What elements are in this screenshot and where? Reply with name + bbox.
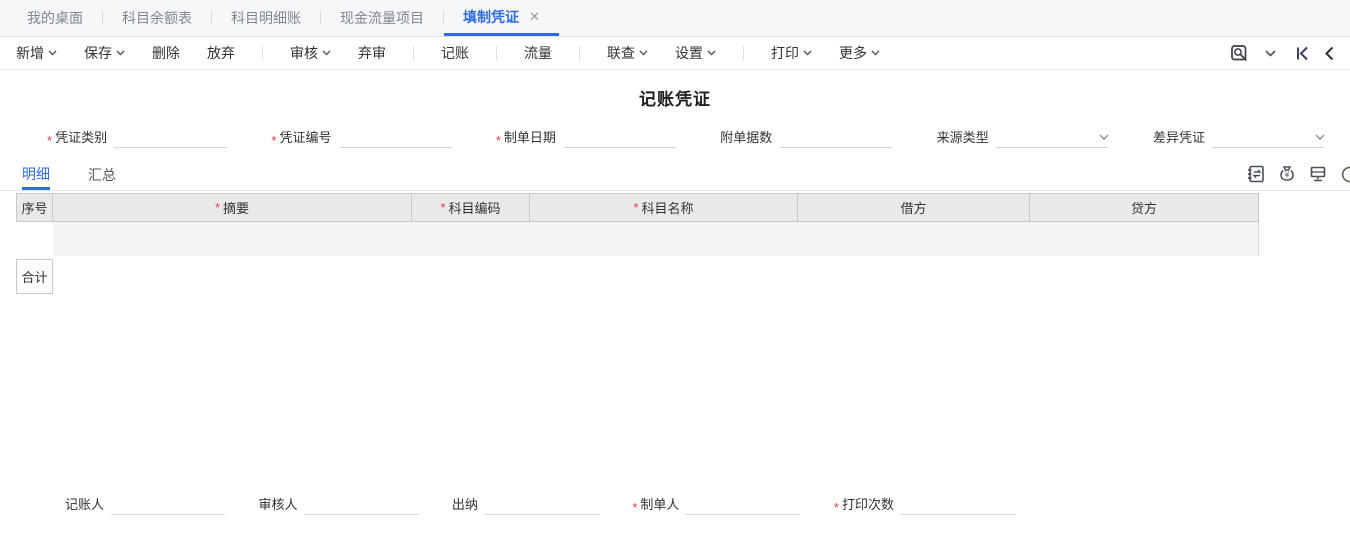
voucher-category-field: * 凭证类别 [47, 127, 228, 148]
col-header-seq: 序号 [17, 194, 53, 221]
save-button[interactable]: 保存 [84, 43, 125, 63]
grid-header: 序号 * 摘要 * 科目编码 * 科目名称 借方 贷方 [16, 193, 1259, 222]
audit-button[interactable]: 审核 [290, 43, 331, 63]
required-marker: * [833, 500, 839, 515]
difference-voucher-field: 差异凭证 [1153, 127, 1325, 148]
document-date-input[interactable] [562, 128, 676, 148]
tab-cashflow-items[interactable]: 现金流量项目 [321, 0, 443, 36]
toolbar-divider [743, 46, 744, 60]
money-bag-icon[interactable]: ¥ [1277, 164, 1297, 184]
bookkeeper-field: 记账人 [65, 494, 226, 515]
frequent-voucher-icon[interactable] [1246, 164, 1266, 184]
required-marker: * [495, 133, 501, 148]
cashier-input[interactable] [484, 495, 599, 515]
auditor-input[interactable] [304, 495, 419, 515]
voucher-number-input[interactable] [338, 128, 452, 148]
print-count-input[interactable] [900, 495, 1015, 515]
delete-button[interactable]: 删除 [152, 43, 180, 63]
view-tab-bar: 明细 汇总 ¥ [0, 160, 1350, 191]
svg-text:¥: ¥ [1285, 171, 1290, 180]
print-count-field: * 打印次数 [834, 494, 1015, 515]
page-title: 记账凭证 [639, 90, 711, 109]
dropdown-icon[interactable] [1265, 49, 1276, 57]
required-marker: * [47, 133, 53, 148]
close-icon[interactable]: ✕ [529, 9, 540, 25]
source-type-field: 来源类型 [937, 127, 1109, 148]
chevron-down-icon [871, 50, 880, 56]
tab-detail[interactable]: 明细 [22, 160, 50, 190]
tab-summary[interactable]: 汇总 [88, 160, 116, 190]
attachment-count-input[interactable] [779, 128, 893, 148]
col-header-debit: 借方 [798, 194, 1030, 221]
chevron-down-icon [1099, 128, 1109, 143]
print-button[interactable]: 打印 [771, 43, 812, 63]
link-query-button[interactable]: 联查 [607, 43, 648, 63]
signature-fields: 记账人 审核人 出纳 * 制单人 * 打印次数 [65, 494, 1015, 515]
chevron-down-icon [116, 50, 125, 56]
bookkeeper-input[interactable] [111, 495, 226, 515]
voucher-number-field: * 凭证编号 [271, 127, 452, 148]
chevron-down-icon [48, 50, 57, 56]
auditor-field: 审核人 [258, 494, 419, 515]
attachment-count-field: 附单据数 [720, 127, 893, 148]
chevron-down-icon [639, 50, 648, 56]
unaudit-button[interactable]: 弃审 [358, 43, 386, 63]
chevron-down-icon [803, 50, 812, 56]
voucher-grid: 序号 * 摘要 * 科目编码 * 科目名称 借方 贷方 合计 [16, 193, 1259, 294]
tab-fill-voucher[interactable]: 填制凭证 ✕ [444, 0, 559, 36]
cashier-field: 出纳 [452, 494, 599, 515]
document-date-field: * 制单日期 [496, 127, 676, 148]
voucher-header-fields: * 凭证类别 * 凭证编号 * 制单日期 附单据数 来源类型 差异凭证 [47, 127, 1325, 148]
difference-voucher-select[interactable] [1212, 128, 1325, 148]
preparer-input[interactable] [686, 495, 801, 515]
chevron-down-icon [322, 50, 331, 56]
tab-account-balance[interactable]: 科目余额表 [103, 0, 211, 36]
toolbar-divider [496, 46, 497, 60]
detail-toolbar-icons: ¥ [1246, 164, 1350, 184]
col-header-account-code: * 科目编码 [412, 194, 530, 221]
required-marker: * [271, 133, 277, 148]
cashflow-button[interactable]: 流量 [524, 43, 552, 63]
abandon-button[interactable]: 放弃 [207, 43, 235, 63]
chevron-down-icon [707, 50, 716, 56]
prev-voucher-icon[interactable] [1324, 46, 1334, 61]
col-header-account-name: * 科目名称 [530, 194, 798, 221]
required-marker: * [632, 500, 638, 515]
add-button[interactable]: 新增 [16, 43, 57, 63]
more-button[interactable]: 更多 [839, 43, 880, 63]
tab-account-detail[interactable]: 科目明细账 [212, 0, 320, 36]
voucher-category-input[interactable] [114, 128, 228, 148]
toolbar: 新增 保存 删除 放弃 审核 弃审 记账 流量 联查 设置 打印 更多 [0, 37, 1350, 70]
grid-cell-seq [16, 222, 53, 256]
first-voucher-icon[interactable] [1296, 46, 1309, 61]
preparer-field: * 制单人 [632, 494, 801, 515]
post-button[interactable]: 记账 [441, 43, 469, 63]
toolbar-divider [579, 46, 580, 60]
grid-empty-row [16, 222, 1259, 256]
col-header-credit: 贷方 [1130, 201, 1157, 216]
settings-button[interactable]: 设置 [675, 43, 716, 63]
col-header-summary: * 摘要 [53, 194, 412, 221]
tab-my-desktop[interactable]: 我的桌面 [8, 0, 102, 36]
refresh-icon[interactable] [1339, 164, 1350, 184]
toolbar-divider [262, 46, 263, 60]
locate-voucher-icon[interactable] [1229, 43, 1250, 64]
total-label: 合计 [16, 259, 53, 294]
source-type-select[interactable] [995, 128, 1109, 148]
toolbar-divider [413, 46, 414, 60]
flow-display-icon[interactable] [1308, 164, 1328, 184]
window-tab-bar: 我的桌面 科目余额表 科目明细账 现金流量项目 填制凭证 ✕ [0, 0, 1350, 37]
grid-cell-entry[interactable] [53, 222, 1259, 256]
chevron-down-icon [1315, 128, 1325, 143]
